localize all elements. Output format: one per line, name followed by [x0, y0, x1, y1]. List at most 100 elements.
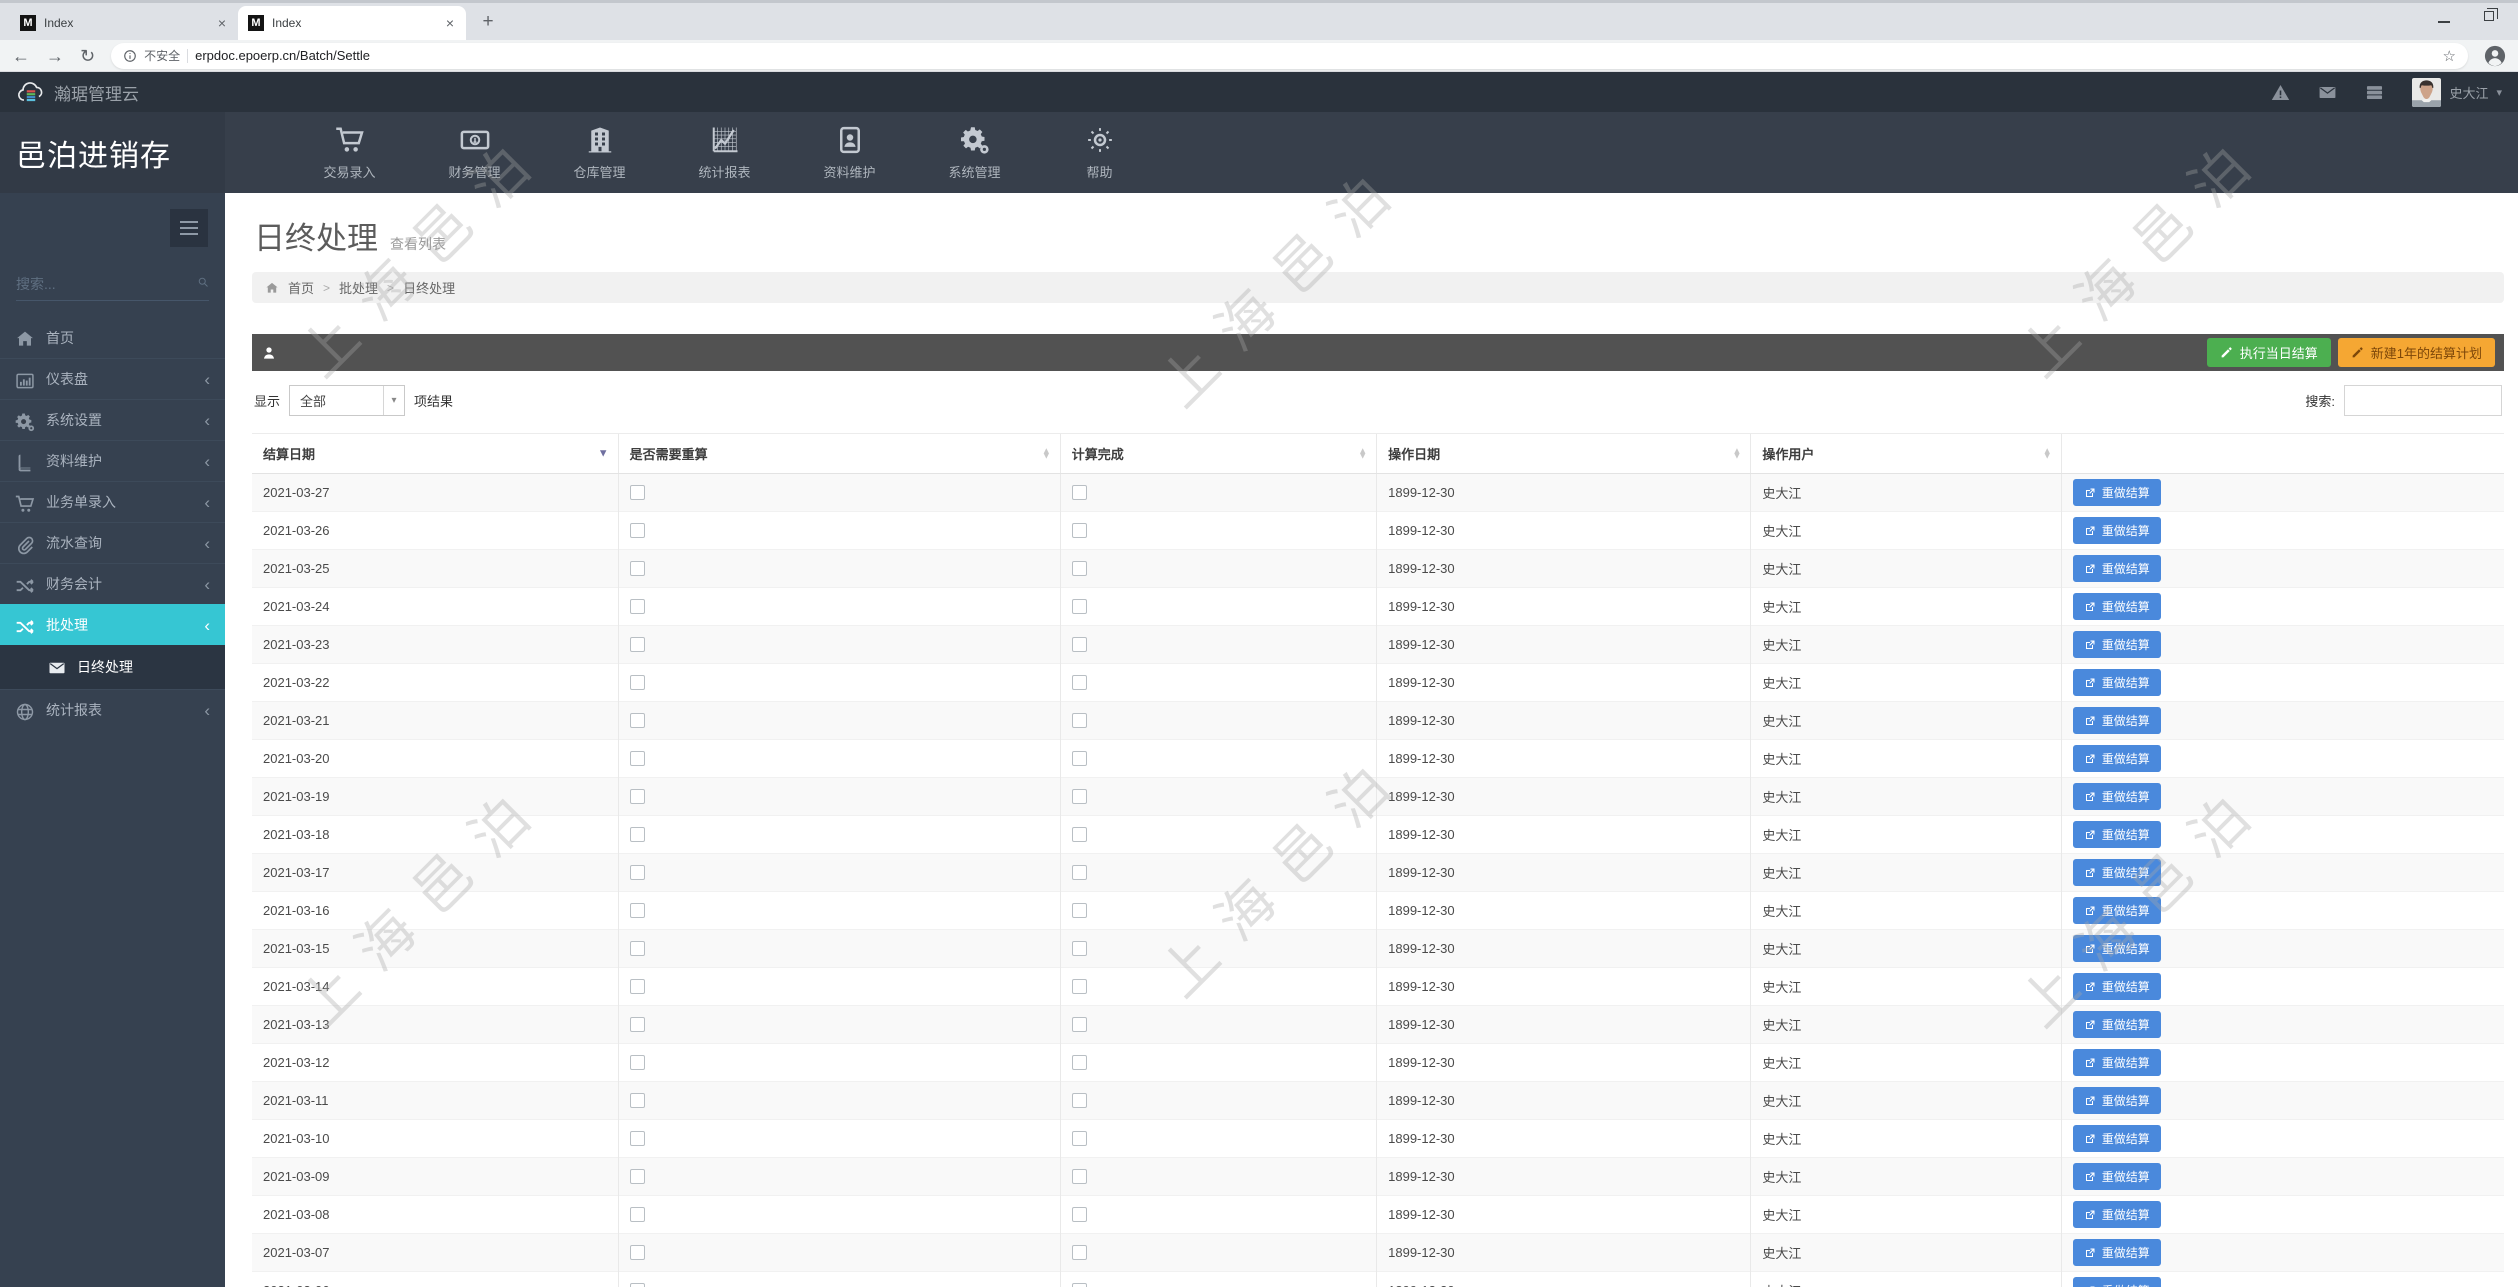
- calc-done-checkbox[interactable]: [1071, 827, 1087, 842]
- new-plan-button[interactable]: 新建1年的结算计划: [2337, 338, 2495, 367]
- app-nav-item[interactable]: 资料维护: [787, 125, 912, 181]
- calc-done-checkbox[interactable]: [1071, 789, 1087, 804]
- calc-done-checkbox[interactable]: [1071, 1131, 1087, 1146]
- column-header[interactable]: 操作日期 ▲ ▼: [1376, 433, 1751, 474]
- calc-done-checkbox[interactable]: [1071, 713, 1087, 728]
- need-recalc-checkbox[interactable]: [629, 1131, 645, 1146]
- breadcrumb-item[interactable]: 首页: [288, 278, 314, 297]
- tasks-server-icon[interactable]: [2365, 83, 2384, 102]
- need-recalc-checkbox[interactable]: [629, 979, 645, 994]
- sidebar-item-统计报表[interactable]: 统计报表 ‹: [0, 689, 225, 730]
- sidebar-item-日终处理[interactable]: 日终处理: [0, 645, 225, 689]
- column-header[interactable]: 是否需要重算 ▲ ▼: [617, 433, 1061, 474]
- column-header[interactable]: 操作用户 ▲ ▼: [1750, 433, 2062, 474]
- need-recalc-checkbox[interactable]: [629, 599, 645, 614]
- redo-settlement-button[interactable]: 重做结算: [2072, 897, 2161, 924]
- browser-tab[interactable]: M Index ×: [10, 6, 238, 40]
- sidebar-item-仪表盘[interactable]: 仪表盘 ‹: [0, 358, 225, 399]
- sidebar-item-资料维护[interactable]: 资料维护 ‹: [0, 440, 225, 481]
- calc-done-checkbox[interactable]: [1071, 1093, 1087, 1108]
- sidebar-item-首页[interactable]: 首页: [0, 317, 225, 358]
- user-menu[interactable]: 史大江 ▾: [2412, 77, 2502, 107]
- redo-settlement-button[interactable]: 重做结算: [2072, 1125, 2161, 1152]
- need-recalc-checkbox[interactable]: [629, 1283, 645, 1287]
- redo-settlement-button[interactable]: 重做结算: [2072, 517, 2161, 544]
- breadcrumb-item[interactable]: 日终处理: [403, 278, 455, 297]
- app-nav-item[interactable]: 系统管理: [912, 125, 1037, 181]
- sidebar-item-流水查询[interactable]: 流水查询 ‹: [0, 522, 225, 563]
- restore-icon[interactable]: [2484, 8, 2498, 21]
- app-nav-item[interactable]: 交易录入: [287, 125, 412, 181]
- calc-done-checkbox[interactable]: [1071, 485, 1087, 500]
- calc-done-checkbox[interactable]: [1071, 1283, 1087, 1287]
- browser-profile-icon[interactable]: [2484, 45, 2506, 67]
- forward-icon[interactable]: →: [46, 47, 64, 65]
- redo-settlement-button[interactable]: 重做结算: [2072, 1163, 2161, 1190]
- messages-envelope-icon[interactable]: [2318, 83, 2337, 102]
- need-recalc-checkbox[interactable]: [629, 941, 645, 956]
- need-recalc-checkbox[interactable]: [629, 561, 645, 576]
- sidebar-item-系统设置[interactable]: 系统设置 ‹: [0, 399, 225, 440]
- back-icon[interactable]: ←: [12, 47, 30, 65]
- bookmark-star-icon[interactable]: ☆: [2443, 47, 2456, 65]
- column-header[interactable]: 结算日期 ▼: [252, 433, 619, 474]
- calc-done-checkbox[interactable]: [1071, 1245, 1087, 1260]
- calc-done-checkbox[interactable]: [1071, 1017, 1087, 1032]
- breadcrumb-item[interactable]: 批处理: [339, 278, 378, 297]
- app-nav-item[interactable]: 帮助: [1037, 125, 1162, 181]
- info-icon[interactable]: [123, 49, 137, 63]
- need-recalc-checkbox[interactable]: [629, 675, 645, 690]
- calc-done-checkbox[interactable]: [1071, 675, 1087, 690]
- address-bar[interactable]: 不安全 erpdoc.epoerp.cn/Batch/Settle ☆: [111, 42, 2468, 69]
- redo-settlement-button[interactable]: 重做结算: [2072, 1201, 2161, 1228]
- redo-settlement-button[interactable]: 重做结算: [2072, 783, 2161, 810]
- calc-done-checkbox[interactable]: [1071, 1169, 1087, 1184]
- calc-done-checkbox[interactable]: [1071, 979, 1087, 994]
- need-recalc-checkbox[interactable]: [629, 485, 645, 500]
- need-recalc-checkbox[interactable]: [629, 637, 645, 652]
- redo-settlement-button[interactable]: 重做结算: [2072, 859, 2161, 886]
- redo-settlement-button[interactable]: 重做结算: [2072, 593, 2161, 620]
- need-recalc-checkbox[interactable]: [629, 1245, 645, 1260]
- tab-close-icon[interactable]: ×: [216, 15, 228, 31]
- page-size-select[interactable]: 全部 ▾: [289, 385, 406, 416]
- sidebar-item-业务单录入[interactable]: 业务单录入 ‹: [0, 481, 225, 522]
- app-nav-item[interactable]: 统计报表: [662, 125, 787, 181]
- redo-settlement-button[interactable]: 重做结算: [2072, 1049, 2161, 1076]
- redo-settlement-button[interactable]: 重做结算: [2072, 973, 2161, 1000]
- need-recalc-checkbox[interactable]: [629, 789, 645, 804]
- redo-settlement-button[interactable]: 重做结算: [2072, 1239, 2161, 1266]
- sidebar-item-批处理[interactable]: 批处理 ‹: [0, 604, 225, 645]
- redo-settlement-button[interactable]: 重做结算: [2072, 1011, 2161, 1038]
- minimize-icon[interactable]: [2438, 11, 2450, 23]
- security-label[interactable]: 不安全: [144, 47, 180, 64]
- url-text[interactable]: erpdoc.epoerp.cn/Batch/Settle: [195, 48, 2435, 63]
- redo-settlement-button[interactable]: 重做结算: [2072, 1087, 2161, 1114]
- calc-done-checkbox[interactable]: [1071, 523, 1087, 538]
- calc-done-checkbox[interactable]: [1071, 637, 1087, 652]
- search-icon[interactable]: [197, 276, 209, 292]
- redo-settlement-button[interactable]: 重做结算: [2072, 745, 2161, 772]
- alerts-icon[interactable]: [2271, 83, 2290, 102]
- brand[interactable]: 瀚琚管理云: [16, 79, 139, 106]
- need-recalc-checkbox[interactable]: [629, 523, 645, 538]
- reload-icon[interactable]: ↻: [80, 47, 95, 65]
- calc-done-checkbox[interactable]: [1071, 599, 1087, 614]
- browser-tab[interactable]: M Index ×: [238, 6, 466, 40]
- calc-done-checkbox[interactable]: [1071, 1207, 1087, 1222]
- calc-done-checkbox[interactable]: [1071, 751, 1087, 766]
- need-recalc-checkbox[interactable]: [629, 1055, 645, 1070]
- calc-done-checkbox[interactable]: [1071, 865, 1087, 880]
- need-recalc-checkbox[interactable]: [629, 1017, 645, 1032]
- need-recalc-checkbox[interactable]: [629, 1169, 645, 1184]
- redo-settlement-button[interactable]: 重做结算: [2072, 555, 2161, 582]
- need-recalc-checkbox[interactable]: [629, 865, 645, 880]
- column-header[interactable]: 计算完成 ▲ ▼: [1059, 433, 1377, 474]
- redo-settlement-button[interactable]: 重做结算: [2072, 821, 2161, 848]
- redo-settlement-button[interactable]: 重做结算: [2072, 935, 2161, 962]
- need-recalc-checkbox[interactable]: [629, 751, 645, 766]
- app-nav-item[interactable]: 财务管理: [412, 125, 537, 181]
- new-tab-button[interactable]: +: [474, 8, 502, 36]
- calc-done-checkbox[interactable]: [1071, 941, 1087, 956]
- sidebar-toggle-button[interactable]: [170, 209, 208, 247]
